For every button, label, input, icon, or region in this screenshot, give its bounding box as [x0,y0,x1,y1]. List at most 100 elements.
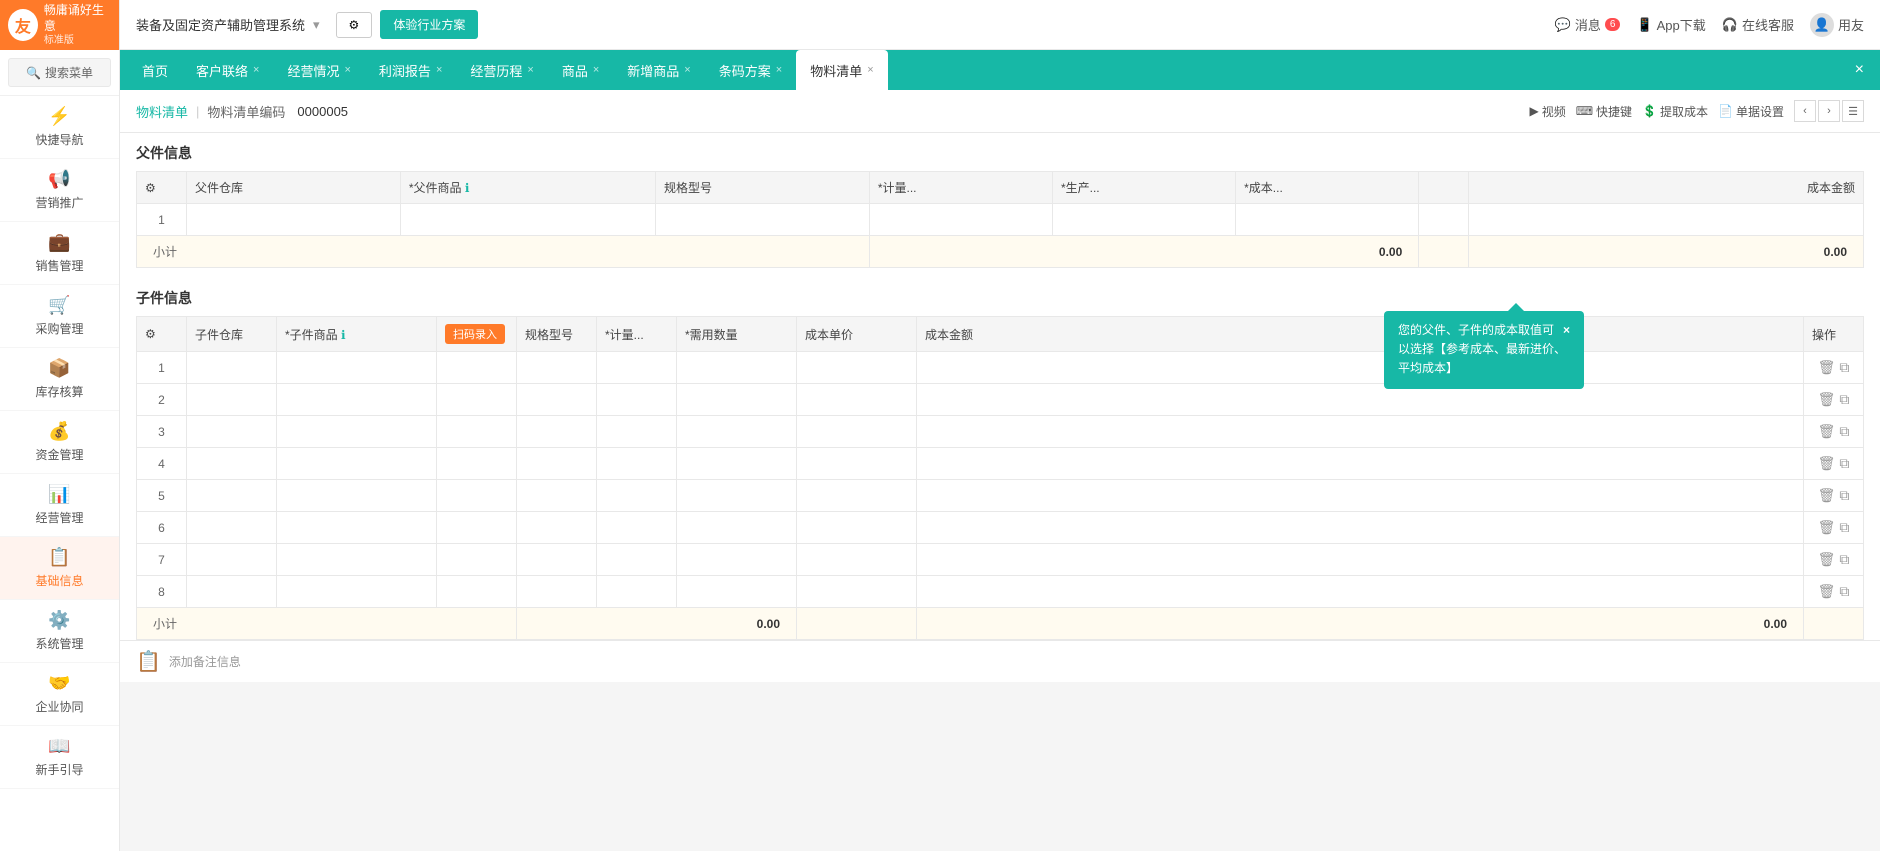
action-view[interactable]: ▶ 视频 [1529,103,1565,120]
parent-row-1-spec[interactable] [655,204,869,236]
child-row-2-qty[interactable] [677,384,797,416]
app-download-btn[interactable]: 📱 App下载 [1636,15,1705,34]
child-row-8-qty[interactable] [677,576,797,608]
child-row-3-product[interactable] [277,416,437,448]
copy-icon-row4[interactable]: ⧉ [1839,455,1849,472]
child-row-5-unit-cost[interactable] [797,480,917,512]
child-row-2-product[interactable] [277,384,437,416]
child-row-6-unit-cost[interactable] [797,512,917,544]
child-row-1-spec[interactable] [517,352,597,384]
child-row-3-warehouse[interactable] [187,416,277,448]
tab-new-product[interactable]: 新增商品 × [613,50,704,90]
sidebar-item-finance[interactable]: 💰 资金管理 [0,411,119,474]
prev-btn[interactable]: ‹ [1794,100,1816,122]
tab-close-bom[interactable]: × [867,64,873,76]
copy-icon-row2[interactable]: ⧉ [1839,391,1849,408]
child-row-1-unit[interactable] [597,352,677,384]
delete-icon-row1[interactable]: 🗑 [1818,359,1836,376]
child-row-2-warehouse[interactable] [187,384,277,416]
scan-input-btn[interactable]: 扫码录入 [445,324,505,344]
online-service-btn[interactable]: 🎧 在线客服 [1722,15,1794,34]
tab-close-product[interactable]: × [593,64,599,76]
sidebar-item-guide[interactable]: 📖 新手引导 [0,726,119,789]
tab-bom[interactable]: 物料清单 × [796,50,887,90]
child-row-3-spec[interactable] [517,416,597,448]
copy-icon-row7[interactable]: ⧉ [1839,551,1849,568]
child-row-7-product[interactable] [277,544,437,576]
parent-settings-col[interactable]: ⚙ [137,172,187,204]
tab-close-profit[interactable]: × [436,64,442,76]
child-row-6-product[interactable] [277,512,437,544]
child-row-7-qty[interactable] [677,544,797,576]
child-row-6-spec[interactable] [517,512,597,544]
breadcrumb-home[interactable]: 物料清单 [136,102,188,121]
settings-btn[interactable]: ⚙ [336,12,373,38]
tab-customer[interactable]: 客户联络 × [182,50,273,90]
child-row-8-unit-cost[interactable] [797,576,917,608]
delete-icon-row7[interactable]: 🗑 [1818,551,1836,568]
child-row-5-unit[interactable] [597,480,677,512]
next-btn[interactable]: › [1818,100,1840,122]
child-row-7-unit[interactable] [597,544,677,576]
sidebar-item-purchase[interactable]: 🛒 采购管理 [0,285,119,348]
child-row-3-unit-cost[interactable] [797,416,917,448]
child-row-7-spec[interactable] [517,544,597,576]
delete-icon-row8[interactable]: 🗑 [1818,583,1836,600]
child-row-7-warehouse[interactable] [187,544,277,576]
sidebar-item-enterprise[interactable]: 🤝 企业协同 [0,663,119,726]
child-row-5-warehouse[interactable] [187,480,277,512]
child-row-8-spec[interactable] [517,576,597,608]
copy-icon-row8[interactable]: ⧉ [1839,583,1849,600]
user-avatar-btn[interactable]: 👤 用友 [1810,13,1864,37]
child-row-4-warehouse[interactable] [187,448,277,480]
tab-operation-status[interactable]: 经营情况 × [273,50,364,90]
child-row-2-spec[interactable] [517,384,597,416]
child-row-1-product[interactable] [277,352,437,384]
child-row-6-warehouse[interactable] [187,512,277,544]
sidebar-item-quick-nav[interactable]: ⚡ 快捷导航 [0,96,119,159]
parent-row-1-product[interactable] [400,204,655,236]
action-cost[interactable]: 💲 提取成本 [1642,103,1708,120]
child-row-8-warehouse[interactable] [187,576,277,608]
tooltip-close-btn[interactable]: × [1563,321,1570,340]
sidebar-item-system[interactable]: ⚙️ 系统管理 [0,600,119,663]
child-row-4-qty[interactable] [677,448,797,480]
child-row-6-qty[interactable] [677,512,797,544]
tab-history[interactable]: 经营历程 × [456,50,547,90]
child-settings-col[interactable]: ⚙ [137,317,187,352]
delete-icon-row3[interactable]: 🗑 [1818,423,1836,440]
child-row-7-unit-cost[interactable] [797,544,917,576]
tab-close-customer[interactable]: × [253,64,259,76]
action-shortcut[interactable]: ⌨ 快捷键 [1576,103,1632,120]
tab-barcode[interactable]: 条码方案 × [705,50,796,90]
search-menu-button[interactable]: 🔍 搜索菜单 [8,58,111,87]
parent-row-1-unit[interactable] [869,204,1052,236]
action-settings[interactable]: 📄 单据设置 [1718,103,1784,120]
copy-icon-row1[interactable]: ⧉ [1839,359,1849,376]
sidebar-item-marketing[interactable]: 📢 营销推广 [0,159,119,222]
child-row-1-qty[interactable] [677,352,797,384]
delete-icon-row6[interactable]: 🗑 [1818,519,1836,536]
child-row-8-product[interactable] [277,576,437,608]
child-row-5-qty[interactable] [677,480,797,512]
copy-icon-row5[interactable]: ⧉ [1839,487,1849,504]
message-btn[interactable]: 💬 消息 6 [1555,15,1621,34]
sidebar-item-inventory[interactable]: 📦 库存核算 [0,348,119,411]
child-row-4-spec[interactable] [517,448,597,480]
delete-icon-row5[interactable]: 🗑 [1818,487,1836,504]
child-row-4-unit[interactable] [597,448,677,480]
child-row-3-unit[interactable] [597,416,677,448]
delete-icon-row4[interactable]: 🗑 [1818,455,1836,472]
experience-btn[interactable]: 体验行业方案 [380,10,478,39]
copy-icon-row6[interactable]: ⧉ [1839,519,1849,536]
child-row-1-warehouse[interactable] [187,352,277,384]
child-row-1-unit-cost[interactable] [797,352,917,384]
tab-home[interactable]: 首页 [128,50,182,90]
child-row-5-product[interactable] [277,480,437,512]
tab-close-all[interactable]: × [1847,61,1872,79]
child-row-2-unit[interactable] [597,384,677,416]
child-row-4-product[interactable] [277,448,437,480]
tab-close-operation[interactable]: × [344,64,350,76]
tab-profit[interactable]: 利润报告 × [365,50,456,90]
tab-product[interactable]: 商品 × [548,50,613,90]
